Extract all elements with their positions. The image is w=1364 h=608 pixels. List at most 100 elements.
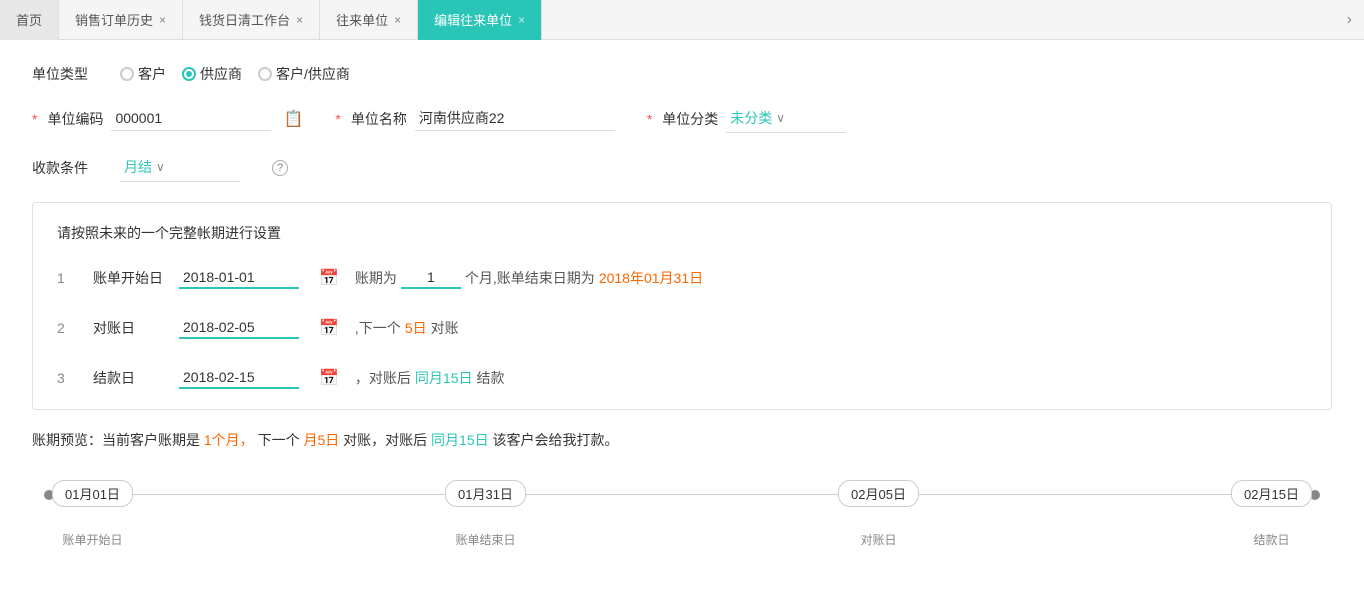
preview-suffix: 该客户会给我打款。 (493, 432, 619, 448)
timeline-badge-1: 01月01日 (52, 480, 133, 507)
row-3-highlight: 同月15日 (415, 368, 473, 388)
preview-prefix: 账期预览：当前客户账期是 (32, 432, 200, 448)
reconcile-date-calendar-icon[interactable]: 📅 (319, 318, 339, 338)
payment-terms-chevron-icon: ∨ (156, 160, 165, 174)
payment-terms-row: 收款条件 月结 ∨ ? (32, 153, 1332, 182)
tab-cash-label: 钱货日清工作台 (199, 10, 290, 29)
tab-sales-label: 销售订单历史 (75, 10, 153, 29)
unit-category-select[interactable]: 未分类 ∨ (726, 104, 846, 133)
row-2-desc: ,下一个 5日 对账 (355, 318, 459, 338)
unit-category-group: * 单位分类 未分类 ∨ (647, 104, 846, 133)
timeline-label-3: 对账日 (860, 531, 896, 548)
timeline-point-1: 01月01日 账单开始日 (52, 480, 133, 548)
unit-code-star: * (32, 111, 37, 127)
tab-sales-history[interactable]: 销售订单历史 × (59, 0, 183, 40)
radio-supplier-circle (182, 67, 196, 81)
row-3-desc: ，对账后 同月15日 结款 (355, 368, 505, 388)
row-1-prefix: 账期为 (355, 268, 397, 288)
unit-name-input[interactable] (415, 106, 615, 131)
timeline-points: 01月01日 账单开始日 01月31日 账单结束日 02月05日 对账日 02月… (52, 480, 1312, 548)
tab-home-label: 首页 (16, 10, 42, 29)
timeline-badge-2: 01月31日 (445, 480, 526, 507)
timeline-point-4: 02月15日 结款日 (1231, 480, 1312, 548)
unit-code-icon[interactable]: 📋 (283, 109, 303, 129)
row-2-label: 对账日 (93, 318, 163, 338)
tab-partner-label: 往来单位 (336, 10, 388, 29)
radio-customer[interactable]: 客户 (120, 64, 166, 84)
row-3-suffix: 结款 (477, 368, 505, 388)
period-panel: 请按照未来的一个完整帐期进行设置 1 账单开始日 📅 账期为 个月,账单结束日期… (32, 202, 1332, 410)
row-1-label: 账单开始日 (93, 268, 163, 288)
start-date-input[interactable] (179, 267, 299, 289)
unit-type-radio-group: 客户 供应商 客户/供应商 (120, 64, 350, 84)
radio-both[interactable]: 客户/供应商 (258, 64, 350, 84)
timeline-label-4: 结款日 (1254, 531, 1290, 548)
unit-code-input[interactable] (111, 106, 271, 131)
unit-code-group: * 单位编码 📋 (32, 106, 303, 131)
tab-edit-partner-label: 编辑往来单位 (434, 10, 512, 29)
preview-part2-highlight: 月5日 (303, 432, 339, 448)
tab-partner-close-icon[interactable]: × (394, 13, 401, 27)
preview-section: 账期预览：当前客户账期是 1个月， 下一个 月5日 对账，对账后 同月15日 该… (32, 430, 1332, 450)
payment-date-input[interactable] (179, 367, 299, 389)
tab-partner[interactable]: 往来单位 × (320, 0, 418, 40)
radio-both-label: 客户/供应商 (276, 64, 350, 84)
unit-category-value: 未分类 (730, 108, 772, 128)
unit-info-row: * 单位编码 📋 * 单位名称 * 单位分类 未分类 ∨ (32, 104, 1332, 133)
reconcile-date-input[interactable] (179, 317, 299, 339)
preview-part2-prefix: 下一个 (258, 432, 300, 448)
timeline-section: 01月01日 账单开始日 01月31日 账单结束日 02月05日 对账日 02月… (32, 470, 1332, 578)
timeline-badge-4: 02月15日 (1231, 480, 1312, 507)
row-1-suffix: 个月,账单结束日期为 (465, 268, 595, 288)
tab-bar: 首页 销售订单历史 × 钱货日清工作台 × 往来单位 × 编辑往来单位 × › (0, 0, 1364, 40)
period-row-1: 1 账单开始日 📅 账期为 个月,账单结束日期为 2018年01月31日 (57, 267, 1307, 289)
preview-part3-highlight: 同月15日 (431, 432, 489, 448)
radio-customer-label: 客户 (138, 64, 166, 84)
row-2-highlight: 5日 (405, 318, 427, 338)
row-2-prefix: ,下一个 (355, 318, 401, 338)
row-3-label: 结款日 (93, 368, 163, 388)
row-1-number: 1 (57, 270, 77, 286)
timeline-label-2: 账单结束日 (455, 531, 515, 548)
row-3-number: 3 (57, 370, 77, 386)
unit-code-label: 单位编码 (47, 109, 103, 129)
panel-title: 请按照未来的一个完整帐期进行设置 (57, 223, 1307, 243)
timeline-badge-3: 02月05日 (838, 480, 919, 507)
row-1-end-date: 2018年01月31日 (599, 268, 703, 288)
payment-terms-value: 月结 (124, 157, 152, 177)
unit-type-label: 单位类型 (32, 64, 88, 84)
payment-terms-help-icon[interactable]: ? (272, 160, 288, 176)
tab-sales-close-icon[interactable]: × (159, 13, 166, 27)
preview-part1: 1个月， (204, 432, 254, 448)
radio-supplier-label: 供应商 (200, 64, 242, 84)
period-row-3: 3 结款日 📅 ，对账后 同月15日 结款 (57, 367, 1307, 389)
timeline-point-2: 01月31日 账单结束日 (445, 480, 526, 548)
unit-category-label: 单位分类 (662, 109, 718, 129)
radio-supplier[interactable]: 供应商 (182, 64, 242, 84)
row-1-desc: 账期为 个月,账单结束日期为 2018年01月31日 (355, 267, 703, 289)
start-date-calendar-icon[interactable]: 📅 (319, 268, 339, 288)
unit-type-row: 单位类型 客户 供应商 客户/供应商 (32, 64, 1332, 84)
tab-home[interactable]: 首页 (0, 0, 59, 40)
tab-cash-close-icon[interactable]: × (296, 13, 303, 27)
payment-terms-select[interactable]: 月结 ∨ (120, 153, 240, 182)
main-content: 单位类型 客户 供应商 客户/供应商 * 单位编码 📋 * 单位名称 (0, 40, 1364, 608)
row-2-suffix: 对账 (431, 318, 459, 338)
payment-date-calendar-icon[interactable]: 📅 (319, 368, 339, 388)
tab-more-button[interactable]: › (1335, 0, 1364, 40)
unit-name-label: 单位名称 (351, 109, 407, 129)
radio-customer-circle (120, 67, 134, 81)
payment-terms-label: 收款条件 (32, 158, 88, 178)
tab-edit-partner[interactable]: 编辑往来单位 × (418, 0, 542, 40)
tab-edit-partner-close-icon[interactable]: × (518, 13, 525, 27)
unit-category-star: * (647, 111, 652, 127)
radio-both-circle (258, 67, 272, 81)
period-row-2: 2 对账日 📅 ,下一个 5日 对账 (57, 317, 1307, 339)
row-3-prefix: ，对账后 (355, 368, 411, 388)
preview-part2-suffix: 对账，对账后 (343, 432, 427, 448)
timeline-point-3: 02月05日 对账日 (838, 480, 919, 548)
period-num-input[interactable] (401, 267, 461, 289)
row-2-number: 2 (57, 320, 77, 336)
unit-name-group: * 单位名称 (335, 106, 614, 131)
tab-cash-work[interactable]: 钱货日清工作台 × (183, 0, 320, 40)
